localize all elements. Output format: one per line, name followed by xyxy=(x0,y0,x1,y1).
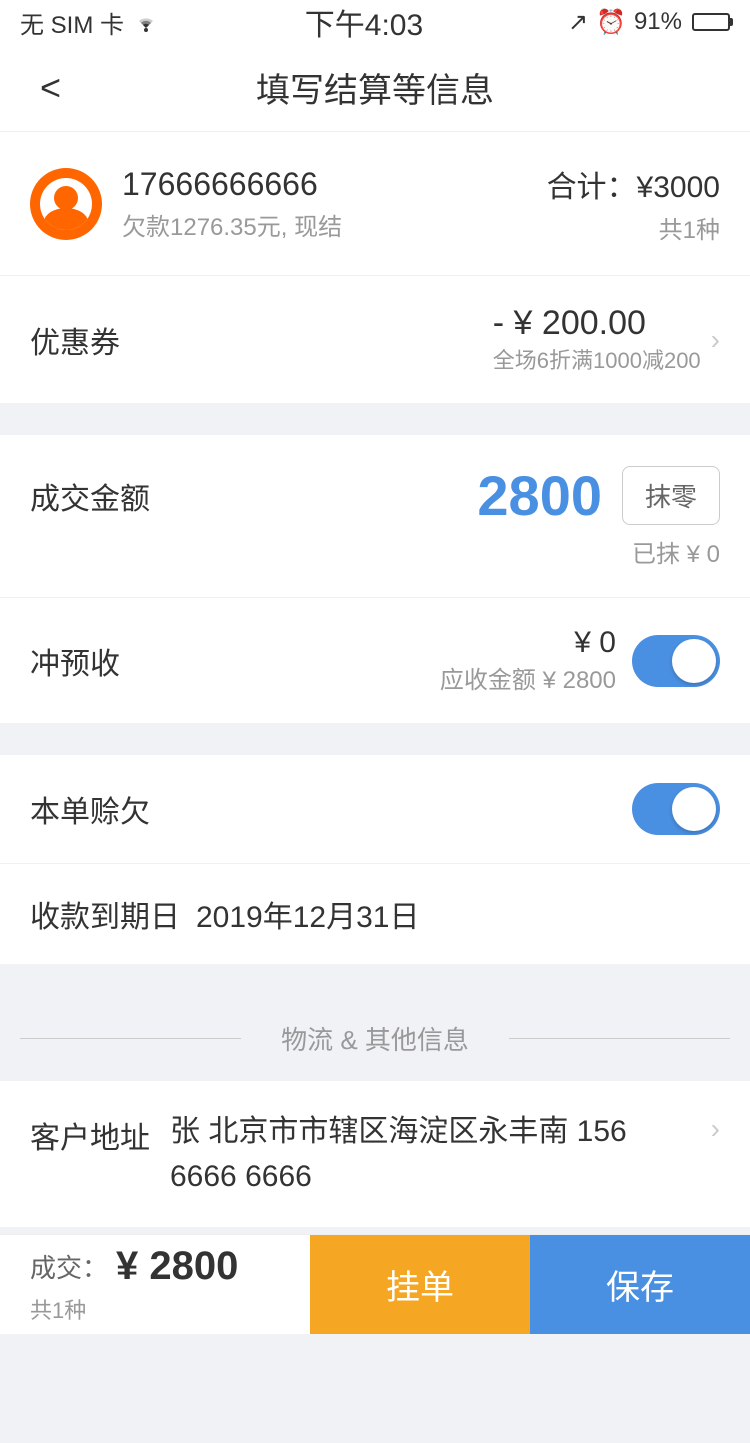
prepay-row: 冲预收 ¥ 0 应收金额 ¥ 2800 xyxy=(0,597,750,723)
deal-sub-text: 已抹 ¥ 0 xyxy=(30,534,720,569)
customer-sub-text: 欠款1276.35元, 现结 xyxy=(122,207,342,242)
prepay-label: 冲预收 xyxy=(30,639,120,683)
credit-card: 本单赊欠 收款到期日 2019年12月31日 xyxy=(0,755,750,964)
logistics-line-right xyxy=(509,1038,730,1039)
location-icon: ↗ xyxy=(568,8,588,37)
total-count: 共1种 xyxy=(547,210,720,245)
prepay-amount-block: ¥ 0 应收金额 ¥ 2800 xyxy=(440,626,616,695)
credit-toggle[interactable] xyxy=(632,783,720,835)
save-button[interactable]: 保存 xyxy=(530,1235,750,1334)
logistics-divider: 物流 & 其他信息 xyxy=(0,996,750,1081)
coupon-label: 优惠券 xyxy=(30,318,120,362)
deal-right: 2800 抹零 xyxy=(477,463,720,528)
back-button[interactable]: < xyxy=(30,57,71,119)
status-bar: 无 SIM 卡 下午4:03 ↗ ⏰ 91% xyxy=(0,0,750,44)
customer-row: 17666666666 欠款1276.35元, 现结 合计：¥3000 共1种 xyxy=(0,132,750,275)
prepay-sub: 应收金额 ¥ 2800 xyxy=(440,660,616,695)
credit-label: 本单赊欠 xyxy=(30,787,150,831)
credit-row: 本单赊欠 xyxy=(0,755,750,863)
address-chevron-icon: › xyxy=(711,1109,720,1145)
status-time: 下午4:03 xyxy=(305,0,423,44)
deal-amount-label: 成交金额 xyxy=(30,474,150,518)
prepay-toggle-knob xyxy=(672,639,716,683)
hang-button[interactable]: 挂单 xyxy=(310,1235,530,1334)
bottom-deal-row: 成交： ¥ 2800 xyxy=(30,1244,280,1289)
page-title: 填写结算等信息 xyxy=(256,63,494,112)
status-right: ↗ ⏰ 91% xyxy=(568,8,730,37)
coupon-amount: - ¥ 200.00 xyxy=(493,304,701,343)
avatar xyxy=(30,168,102,240)
due-date-value: 2019年12月31日 xyxy=(196,892,419,936)
prepay-amount: ¥ 0 xyxy=(440,626,616,660)
customer-left: 17666666666 欠款1276.35元, 现结 xyxy=(30,166,342,242)
coupon-sub: 全场6折满1000减200 xyxy=(493,343,701,375)
bottom-deal-label: 成交： xyxy=(30,1248,108,1285)
bottom-summary: 成交： ¥ 2800 共1种 xyxy=(0,1235,310,1334)
coupon-amount-block: - ¥ 200.00 全场6折满1000减200 xyxy=(493,304,701,375)
logistics-text: 物流 & 其他信息 xyxy=(281,1020,469,1057)
bottom-bar: 成交： ¥ 2800 共1种 挂单 保存 xyxy=(0,1234,750,1334)
prepay-toggle[interactable] xyxy=(632,635,720,687)
logistics-line-left xyxy=(20,1038,241,1039)
status-left: 无 SIM 卡 xyxy=(20,5,160,40)
prepay-right: ¥ 0 应收金额 ¥ 2800 xyxy=(440,626,720,695)
customer-right: 合计：¥3000 共1种 xyxy=(547,162,720,245)
deal-amount-row: 成交金额 2800 抹零 xyxy=(30,463,720,528)
deal-amount-value: 2800 xyxy=(477,463,602,528)
coupon-row[interactable]: 优惠券 - ¥ 200.00 全场6折满1000减200 › xyxy=(0,275,750,403)
due-date-label: 收款到期日 xyxy=(30,892,180,936)
bottom-count: 共1种 xyxy=(30,1293,280,1325)
customer-phone: 17666666666 xyxy=(122,166,342,203)
deal-amount-section: 成交金额 2800 抹零 已抹 ¥ 0 xyxy=(0,435,750,597)
customer-info: 17666666666 欠款1276.35元, 现结 xyxy=(122,166,342,242)
coupon-right: - ¥ 200.00 全场6折满1000减200 › xyxy=(493,304,720,375)
nav-bar: < 填写结算等信息 xyxy=(0,44,750,132)
section-divider-1 xyxy=(0,419,750,435)
section-divider-2 xyxy=(0,739,750,755)
bottom-deal-amount: ¥ 2800 xyxy=(116,1244,238,1289)
round-button[interactable]: 抹零 xyxy=(622,466,720,525)
section-divider-3 xyxy=(0,980,750,996)
credit-toggle-knob xyxy=(672,787,716,831)
battery-icon xyxy=(692,13,730,31)
customer-card: 17666666666 欠款1276.35元, 现结 合计：¥3000 共1种 … xyxy=(0,132,750,403)
alarm-icon: ⏰ xyxy=(596,8,626,37)
total-amount: 合计：¥3000 xyxy=(547,162,720,206)
battery-label: 91% xyxy=(634,8,682,36)
address-label: 客户地址 xyxy=(30,1109,150,1157)
due-date-section: 收款到期日 2019年12月31日 xyxy=(0,863,750,964)
address-value: 张 北京市市辖区海淀区永丰南 156 6666 6666 xyxy=(170,1109,691,1199)
coupon-chevron-icon: › xyxy=(711,324,720,356)
due-date-row: 收款到期日 2019年12月31日 xyxy=(30,892,720,936)
address-row[interactable]: 客户地址 张 北京市市辖区海淀区永丰南 156 6666 6666 › xyxy=(0,1081,750,1227)
deal-card: 成交金额 2800 抹零 已抹 ¥ 0 冲预收 ¥ 0 应收金额 ¥ 2800 xyxy=(0,435,750,723)
wifi-icon xyxy=(132,12,160,32)
carrier-label: 无 SIM 卡 xyxy=(20,5,124,40)
